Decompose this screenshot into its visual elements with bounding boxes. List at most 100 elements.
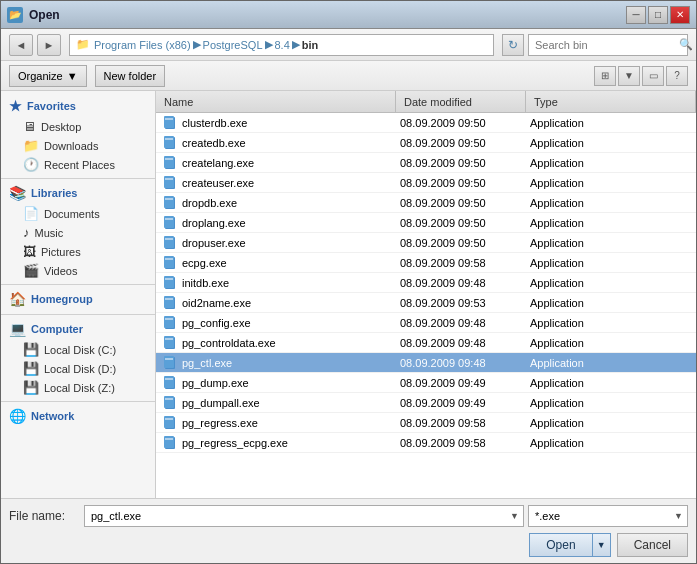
open-dropdown-button[interactable]: ▼ [593, 533, 611, 557]
favorites-icon: ★ [9, 98, 22, 114]
column-header-name[interactable]: Name [156, 91, 396, 112]
svg-rect-37 [164, 356, 174, 368]
file-date: 08.09.2009 09:50 [400, 177, 530, 189]
action-toolbar: Organize ▼ New folder ⊞ ▼ ▭ ? [1, 61, 696, 91]
organize-button[interactable]: Organize ▼ [9, 65, 87, 87]
local-disk-z-icon: 💾 [23, 380, 39, 395]
table-row[interactable]: dropuser.exe08.09.2009 09:50Application [156, 233, 696, 253]
table-row[interactable]: pg_regress_ecpg.exe08.09.2009 09:58Appli… [156, 433, 696, 453]
sidebar-favorites-header[interactable]: ★ Favorites [1, 95, 155, 117]
filename-label: File name: [9, 509, 84, 523]
table-row[interactable]: pg_regress.exe08.09.2009 09:58Applicatio… [156, 413, 696, 433]
organize-arrow-icon: ▼ [67, 70, 78, 82]
column-header-date[interactable]: Date modified [396, 91, 526, 112]
table-row[interactable]: initdb.exe08.09.2009 09:48Application [156, 273, 696, 293]
table-row[interactable]: createdb.exe08.09.2009 09:50Application [156, 133, 696, 153]
svg-rect-5 [165, 138, 173, 140]
sidebar-network-header[interactable]: 🌐 Network [1, 405, 155, 427]
breadcrumb-sep2: ▶ [265, 38, 273, 51]
sidebar-computer-header[interactable]: 💻 Computer [1, 318, 155, 340]
filename-input[interactable] [84, 505, 524, 527]
search-icon[interactable]: 🔍 [679, 35, 693, 55]
help-button[interactable]: ? [666, 66, 688, 86]
svg-rect-35 [165, 338, 173, 340]
svg-rect-26 [165, 278, 173, 280]
pane-button[interactable]: ▭ [642, 66, 664, 86]
file-date: 08.09.2009 09:58 [400, 437, 530, 449]
refresh-button[interactable]: ↻ [502, 34, 524, 56]
breadcrumb-part3: 8.4 [275, 39, 290, 51]
file-list[interactable]: clusterdb.exe08.09.2009 09:50Application… [156, 113, 696, 498]
sidebar-item-local-disk-c[interactable]: 💾 Local Disk (C:) [1, 340, 155, 359]
svg-rect-28 [164, 296, 174, 308]
sidebar-item-downloads[interactable]: 📁 Downloads [1, 136, 155, 155]
table-row[interactable]: pg_dump.exe08.09.2009 09:49Application [156, 373, 696, 393]
table-row[interactable]: dropdb.exe08.09.2009 09:50Application [156, 193, 696, 213]
view-mode-button[interactable]: ⊞ [594, 66, 616, 86]
maximize-button[interactable]: □ [648, 6, 668, 24]
svg-rect-34 [164, 336, 174, 348]
col-type-label: Type [534, 96, 558, 108]
file-type: Application [530, 257, 694, 269]
desktop-icon: 🖥 [23, 119, 36, 134]
file-list-header: Name Date modified Type [156, 91, 696, 113]
close-button[interactable]: ✕ [670, 6, 690, 24]
svg-rect-25 [164, 276, 174, 288]
file-type: Application [530, 357, 694, 369]
table-row[interactable]: clusterdb.exe08.09.2009 09:50Application [156, 113, 696, 133]
open-button[interactable]: Open [529, 533, 592, 557]
back-button[interactable]: ◄ [9, 34, 33, 56]
new-folder-button[interactable]: New folder [95, 65, 166, 87]
sidebar-libraries-header[interactable]: 📚 Libraries [1, 182, 155, 204]
breadcrumb[interactable]: 📁 Program Files (x86) ▶ PostgreSQL ▶ 8.4… [69, 34, 494, 56]
sidebar-item-documents[interactable]: 📄 Documents [1, 204, 155, 223]
column-header-type[interactable]: Type [526, 91, 696, 112]
breadcrumb-sep3: ▶ [292, 38, 300, 51]
sidebar-music-label: Music [35, 227, 64, 239]
sidebar-homegroup-label: Homegroup [31, 293, 93, 305]
file-date: 08.09.2009 09:49 [400, 397, 530, 409]
table-row[interactable]: ecpg.exe08.09.2009 09:58Application [156, 253, 696, 273]
sidebar-item-recent-places[interactable]: 🕐 Recent Places [1, 155, 155, 174]
view-arrow-button[interactable]: ▼ [618, 66, 640, 86]
search-input[interactable] [529, 39, 679, 51]
table-row[interactable]: pg_config.exe08.09.2009 09:48Application [156, 313, 696, 333]
minimize-button[interactable]: ─ [626, 6, 646, 24]
table-row[interactable]: pg_controldata.exe08.09.2009 09:48Applic… [156, 333, 696, 353]
file-date: 08.09.2009 09:49 [400, 377, 530, 389]
sidebar-item-local-disk-z[interactable]: 💾 Local Disk (Z:) [1, 378, 155, 397]
filetype-select[interactable]: *.exe [528, 505, 688, 527]
file-name: droplang.exe [182, 217, 400, 229]
dialog-title: Open [29, 8, 626, 22]
search-bar: 🔍 [528, 34, 688, 56]
sidebar-item-music[interactable]: ♪ Music [1, 223, 155, 242]
open-dialog: 📂 Open ─ □ ✕ ◄ ► 📁 Program Files (x86) ▶… [0, 0, 697, 564]
sidebar-recent-places-label: Recent Places [44, 159, 115, 171]
file-icon [162, 195, 178, 211]
sidebar-item-desktop[interactable]: 🖥 Desktop [1, 117, 155, 136]
table-row[interactable]: createuser.exe08.09.2009 09:50Applicatio… [156, 173, 696, 193]
table-row[interactable]: createlang.exe08.09.2009 09:50Applicatio… [156, 153, 696, 173]
file-icon [162, 395, 178, 411]
sidebar-item-local-disk-d[interactable]: 💾 Local Disk (D:) [1, 359, 155, 378]
file-date: 08.09.2009 09:58 [400, 257, 530, 269]
file-date: 08.09.2009 09:50 [400, 137, 530, 149]
sidebar-item-videos[interactable]: 🎬 Videos [1, 261, 155, 280]
file-icon [162, 275, 178, 291]
file-name: pg_regress.exe [182, 417, 400, 429]
forward-button[interactable]: ► [37, 34, 61, 56]
table-row[interactable]: pg_ctl.exe08.09.2009 09:48Application [156, 353, 696, 373]
pictures-icon: 🖼 [23, 244, 36, 259]
table-row[interactable]: oid2name.exe08.09.2009 09:53Application [156, 293, 696, 313]
sidebar-homegroup-header[interactable]: 🏠 Homegroup [1, 288, 155, 310]
downloads-icon: 📁 [23, 138, 39, 153]
table-row[interactable]: pg_dumpall.exe08.09.2009 09:49Applicatio… [156, 393, 696, 413]
sidebar-section-computer: 💻 Computer 💾 Local Disk (C:) 💾 Local Dis… [1, 318, 155, 397]
file-type: Application [530, 337, 694, 349]
view-controls: ⊞ ▼ ▭ ? [594, 66, 688, 86]
file-icon [162, 315, 178, 331]
action-row: Open ▼ Cancel [9, 533, 688, 557]
table-row[interactable]: droplang.exe08.09.2009 09:50Application [156, 213, 696, 233]
cancel-button[interactable]: Cancel [617, 533, 688, 557]
sidebar-item-pictures[interactable]: 🖼 Pictures [1, 242, 155, 261]
